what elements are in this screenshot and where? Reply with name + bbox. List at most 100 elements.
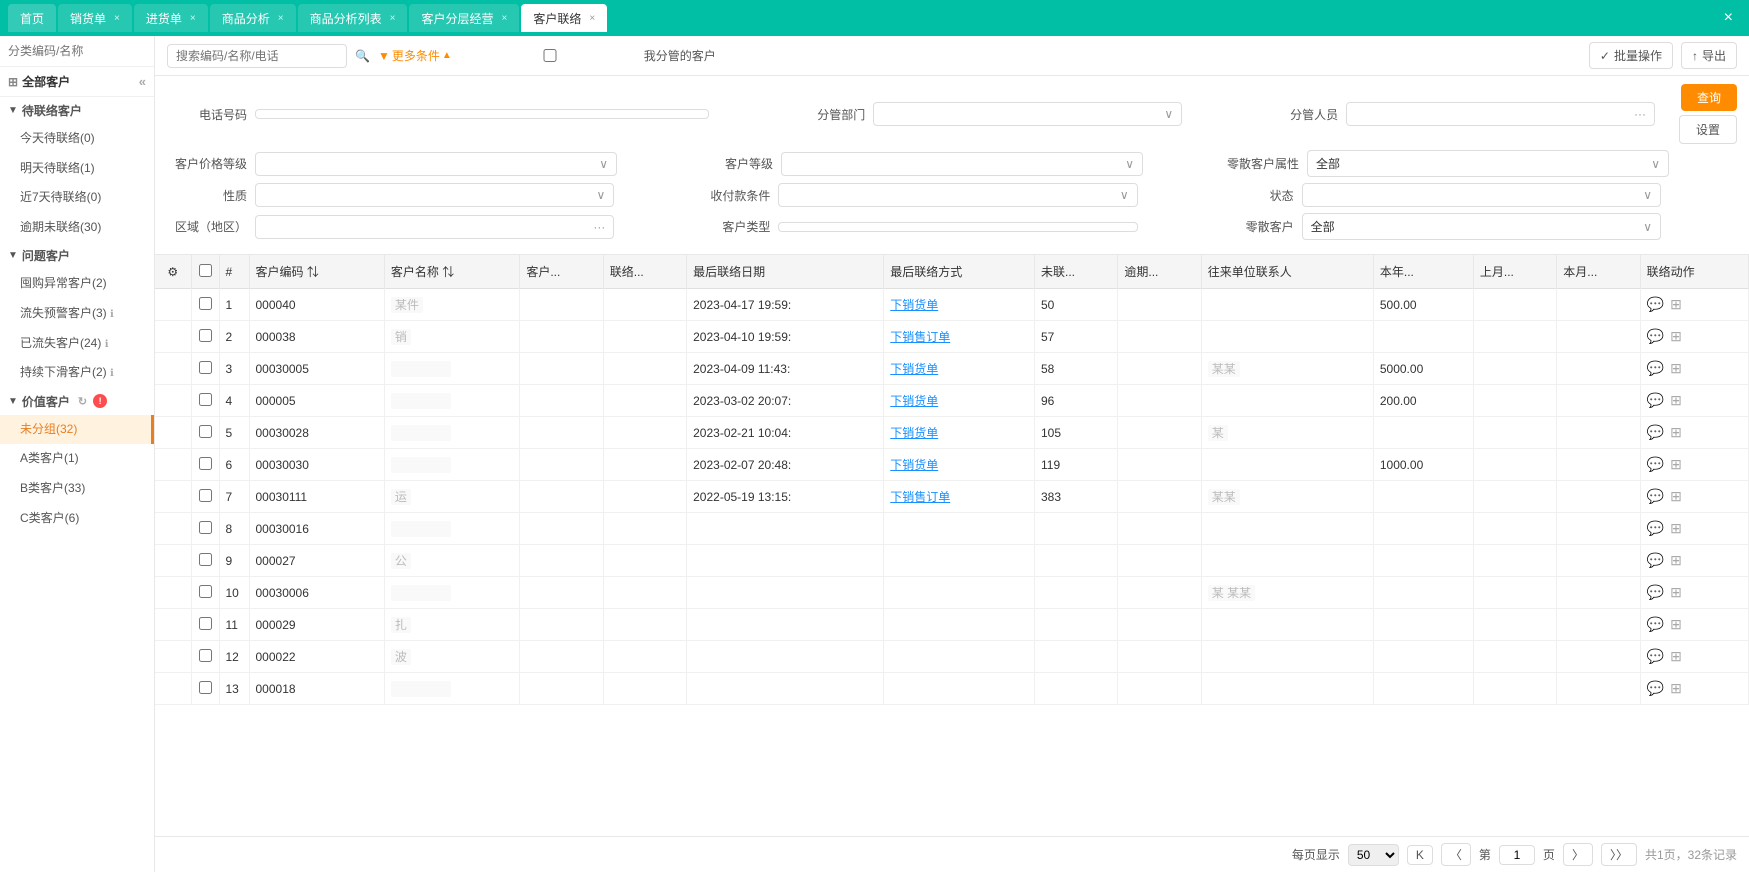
checkbox-cell[interactable] xyxy=(191,289,219,321)
checkbox-cell[interactable] xyxy=(191,353,219,385)
tab-home[interactable]: 首页 xyxy=(8,4,56,32)
prev-page-button[interactable]: 〈 xyxy=(1441,843,1471,866)
page-input[interactable] xyxy=(1499,845,1535,865)
region-input[interactable]: ··· xyxy=(255,215,614,239)
thismonth-col-header[interactable]: 本月... xyxy=(1557,255,1640,289)
tab-customer-contact[interactable]: 客户联络 × xyxy=(521,4,607,32)
chat-icon[interactable]: 💬 xyxy=(1647,456,1664,473)
checkbox-cell[interactable] xyxy=(191,673,219,705)
retail-customer-select[interactable]: 全部∨ xyxy=(1302,213,1661,240)
grid-action-icon[interactable]: ⊞ xyxy=(1670,584,1682,601)
sidebar-all-customers[interactable]: ⊞ 全部客户 « xyxy=(0,67,154,97)
phone-input[interactable] xyxy=(255,109,709,119)
grid-action-icon[interactable]: ⊞ xyxy=(1670,552,1682,569)
search-input[interactable] xyxy=(167,44,347,68)
my-customers-checkbox[interactable] xyxy=(460,49,640,62)
first-page-button[interactable]: K xyxy=(1407,845,1433,865)
checkbox-cell[interactable] xyxy=(191,385,219,417)
row-checkbox[interactable] xyxy=(199,617,212,630)
query-button[interactable]: 查询 xyxy=(1681,84,1737,111)
lastmethod-cell[interactable] xyxy=(884,577,1035,609)
sidebar-item-tomorrow[interactable]: 明天待联络(1) xyxy=(0,154,154,184)
row-checkbox[interactable] xyxy=(199,425,212,438)
close-customer-contact-tab[interactable]: × xyxy=(589,13,595,24)
search-icon[interactable]: 🔍 xyxy=(355,49,370,63)
checkbox-cell[interactable] xyxy=(191,417,219,449)
row-checkbox[interactable] xyxy=(199,297,212,310)
close-sales-tab[interactable]: × xyxy=(114,13,120,24)
row-checkbox[interactable] xyxy=(199,361,212,374)
contact-col-header[interactable]: 联络... xyxy=(603,255,686,289)
sidebar-item-7days[interactable]: 近7天待联络(0) xyxy=(0,183,154,213)
checkbox-cell[interactable] xyxy=(191,641,219,673)
retail-attr-select[interactable]: 全部∨ xyxy=(1307,150,1669,177)
lastmethod-cell[interactable]: 下销售订单 xyxy=(884,321,1035,353)
sidebar-item-a-class[interactable]: A类客户(1) xyxy=(0,444,154,474)
chat-icon[interactable]: 💬 xyxy=(1647,552,1664,569)
lastmethod-cell[interactable] xyxy=(884,545,1035,577)
lastdate-col-header[interactable]: 最后联络日期 xyxy=(687,255,884,289)
sidebar-item-churn-warning[interactable]: 流失预警客户(3) ℹ xyxy=(0,299,154,329)
lastmethod-cell[interactable]: 下销货单 xyxy=(884,289,1035,321)
row-checkbox[interactable] xyxy=(199,329,212,342)
code-col-header[interactable]: 客户编码 ⇅ xyxy=(249,255,384,289)
refresh-value-icon[interactable]: ↻ xyxy=(78,395,87,408)
status-select[interactable]: ∨ xyxy=(1302,183,1661,207)
my-customers-checkbox-label[interactable]: 我分管的客户 xyxy=(460,47,716,64)
chat-icon[interactable]: 💬 xyxy=(1647,424,1664,441)
sidebar-group-pending[interactable]: ▼ 待联络客户 xyxy=(0,97,154,124)
tab-product-analysis[interactable]: 商品分析 × xyxy=(210,4,296,32)
name-col-header[interactable]: 客户名称 ⇅ xyxy=(384,255,519,289)
grid-action-icon[interactable]: ⊞ xyxy=(1670,456,1682,473)
grid-action-icon[interactable]: ⊞ xyxy=(1670,648,1682,665)
customer-type-input[interactable] xyxy=(778,222,1137,232)
checkbox-cell[interactable] xyxy=(191,449,219,481)
select-all-checkbox[interactable] xyxy=(199,264,212,277)
per-page-select[interactable]: 50 20 100 xyxy=(1348,844,1399,866)
payment-select[interactable]: ∨ xyxy=(778,183,1137,207)
more-conditions-button[interactable]: ▼ 更多条件 ▲ xyxy=(378,47,452,64)
checkbox-cell[interactable] xyxy=(191,321,219,353)
manager-input[interactable]: ··· xyxy=(1346,102,1655,126)
lastmethod-cell[interactable] xyxy=(884,609,1035,641)
price-level-select[interactable]: ∨ xyxy=(255,152,617,176)
sidebar-group-value[interactable]: ▼ 价值客户 ↻ ! xyxy=(0,388,154,415)
grid-action-icon[interactable]: ⊞ xyxy=(1670,360,1682,377)
grid-action-icon[interactable]: ⊞ xyxy=(1670,424,1682,441)
grid-action-icon[interactable]: ⊞ xyxy=(1670,328,1682,345)
checkbox-cell[interactable] xyxy=(191,481,219,513)
checkbox-cell[interactable] xyxy=(191,513,219,545)
lastmethod-cell[interactable]: 下销售订单 xyxy=(884,481,1035,513)
sidebar-item-c-class[interactable]: C类客户(6) xyxy=(0,504,154,534)
dept-select[interactable]: ∨ xyxy=(873,102,1182,126)
batch-ops-button[interactable]: ✓ 批量操作 xyxy=(1589,42,1673,69)
sidebar-item-ungrouped[interactable]: 未分组(32) xyxy=(0,415,154,445)
last-page-button[interactable]: 〉〉 xyxy=(1601,843,1637,866)
tab-sales[interactable]: 销货单 × xyxy=(58,4,132,32)
row-checkbox[interactable] xyxy=(199,521,212,534)
tab-customer-segment[interactable]: 客户分层经营 × xyxy=(409,4,519,32)
row-checkbox[interactable] xyxy=(199,585,212,598)
sidebar-item-declining[interactable]: 持续下滑客户(2) ℹ xyxy=(0,358,154,388)
sidebar-item-hoarding[interactable]: 囤购异常客户(2) xyxy=(0,269,154,299)
type-col-header[interactable]: 客户... xyxy=(520,255,603,289)
sidebar-item-overdue[interactable]: 逾期未联络(30) xyxy=(0,213,154,243)
customer-level-select[interactable]: ∨ xyxy=(781,152,1143,176)
lastmethod-cell[interactable]: 下销货单 xyxy=(884,385,1035,417)
close-customer-segment-tab[interactable]: × xyxy=(501,13,507,24)
close-purchase-tab[interactable]: × xyxy=(190,13,196,24)
chat-icon[interactable]: 💬 xyxy=(1647,360,1664,377)
lastmethod-cell[interactable] xyxy=(884,673,1035,705)
grid-action-icon[interactable]: ⊞ xyxy=(1670,392,1682,409)
close-product-analysis-tab[interactable]: × xyxy=(278,13,284,24)
lastmethod-col-header[interactable]: 最后联络方式 xyxy=(884,255,1035,289)
checkbox-cell[interactable] xyxy=(191,609,219,641)
settings-col-header[interactable]: ⚙ xyxy=(155,255,191,289)
lastmethod-cell[interactable] xyxy=(884,641,1035,673)
window-close-button[interactable]: × xyxy=(1716,9,1741,27)
row-checkbox[interactable] xyxy=(199,553,212,566)
row-checkbox[interactable] xyxy=(199,649,212,662)
checkbox-col-header[interactable] xyxy=(191,255,219,289)
sidebar-item-today[interactable]: 今天待联络(0) xyxy=(0,124,154,154)
close-product-list-tab[interactable]: × xyxy=(390,13,396,24)
